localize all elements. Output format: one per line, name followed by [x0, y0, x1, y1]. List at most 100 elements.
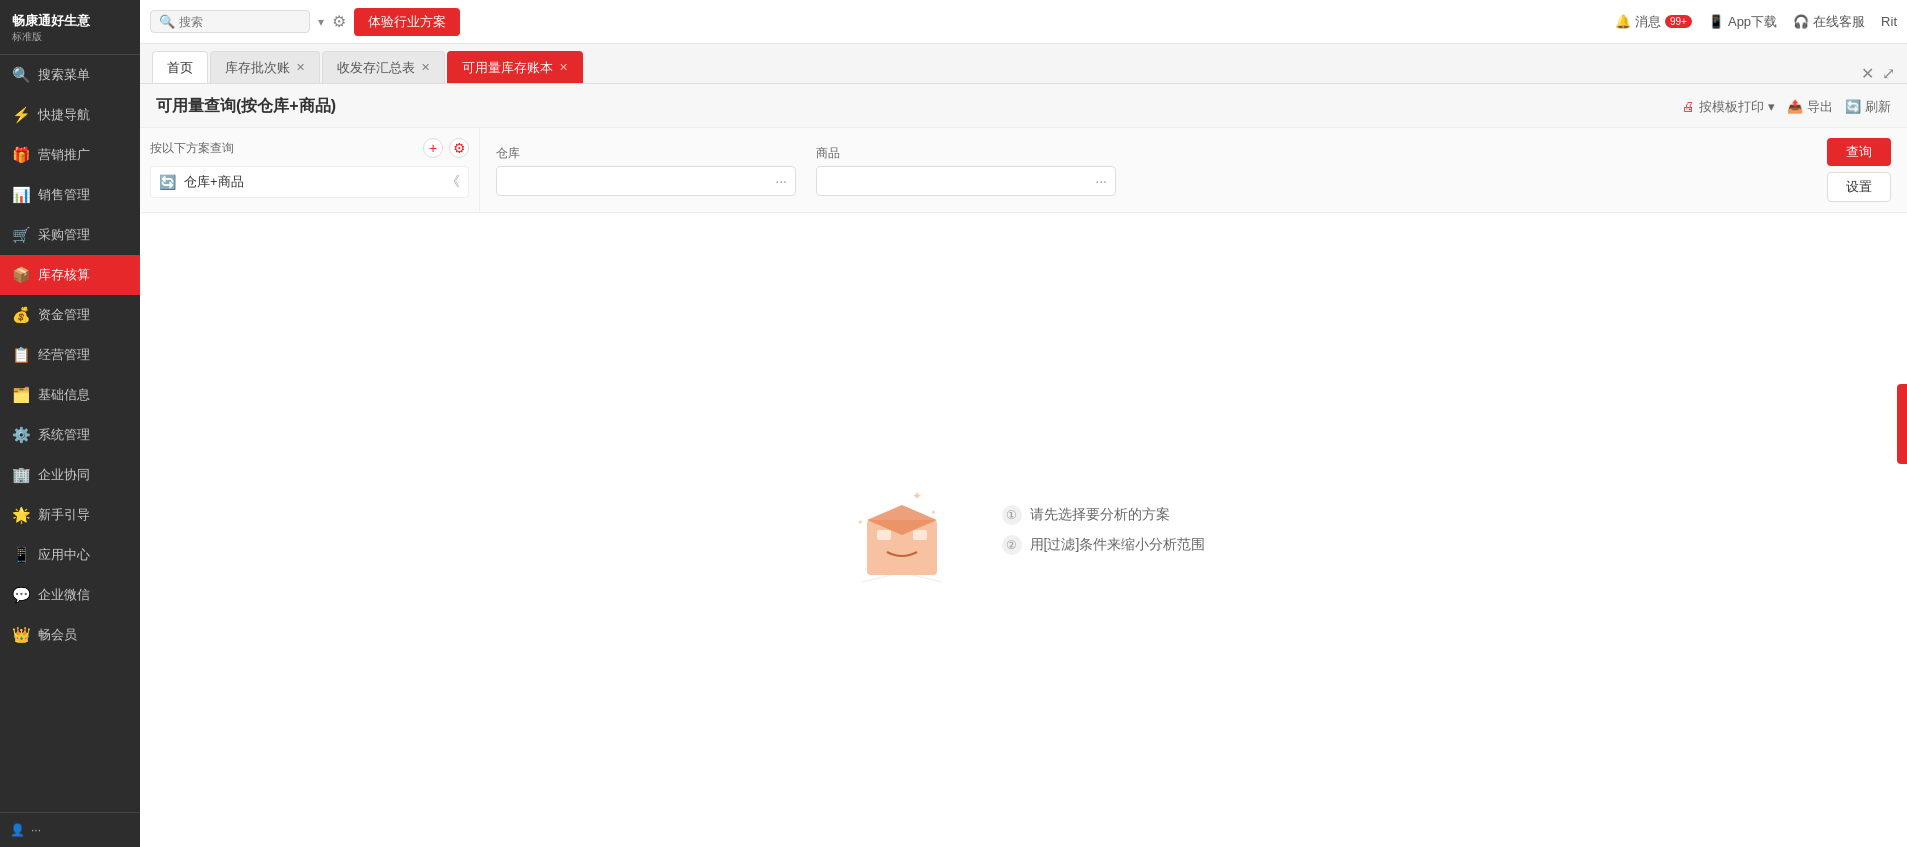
scheme-item-warehouse-goods[interactable]: 🔄 仓库+商品 《 [150, 166, 469, 198]
collapse-panel-icon[interactable]: 《 [446, 173, 460, 191]
sidebar-icon-vip: 👑 [12, 626, 30, 644]
sidebar-label-marketing-promo: 营销推广 [38, 146, 90, 164]
sidebar-item-purchase-mgmt[interactable]: 🛒 采购管理 [0, 215, 140, 255]
sidebar-item-finance[interactable]: 💰资金管理 [0, 295, 140, 335]
tab-label-collect-account: 收发存汇总表 [337, 59, 415, 77]
sidebar-scroll: 🔍搜索菜单⚡快捷导航🎁营销推广📊销售管理 🛒 采购管理 📦库存核算💰资金管理📋经营管理… [0, 55, 140, 812]
empty-tips: ① 请先选择要分析的方案 ② 用[过滤]条件来缩小分析范围 [1002, 505, 1206, 555]
topbar-gear-icon[interactable]: ⚙ [332, 12, 346, 31]
search-input[interactable] [179, 15, 299, 29]
goods-more-icon[interactable]: ··· [1095, 173, 1107, 189]
sidebar-label-inventory: 库存核算 [38, 266, 90, 284]
goods-field: 商品 ··· [816, 145, 1116, 196]
print-dropdown-icon[interactable]: ▾ [1768, 99, 1775, 114]
topbar-search-box[interactable]: 🔍 [150, 10, 310, 33]
sidebar-item-vip[interactable]: 👑畅会员 [0, 615, 140, 655]
page-title: 可用量查询(按仓库+商品) [156, 96, 336, 117]
industry-solution-button[interactable]: 体验行业方案 [354, 8, 460, 36]
sidebar-item-inventory[interactable]: 📦库存核算 [0, 255, 140, 295]
close-all-tabs-icon[interactable]: ✕ [1861, 64, 1874, 83]
tab-label-home: 首页 [167, 59, 193, 77]
sidebar-item-shortcut[interactable]: ⚡快捷导航 [0, 95, 140, 135]
expand-icon[interactable]: ⤢ [1882, 64, 1895, 83]
user-profile[interactable]: Rit [1881, 14, 1897, 29]
svg-text:✦: ✦ [857, 518, 864, 527]
svg-text:✦: ✦ [912, 489, 922, 503]
tab-close-available-ledger[interactable]: ✕ [559, 61, 568, 74]
sidebar-item-operations[interactable]: 📋经营管理 [0, 335, 140, 375]
app-download-item[interactable]: 📱 App下载 [1708, 13, 1777, 31]
tabs-actions: ✕ ⤢ [1861, 64, 1895, 83]
add-scheme-btn[interactable]: + [423, 138, 443, 158]
query-actions: 查询 设置 [1827, 138, 1891, 202]
sidebar-label-basics: 基础信息 [38, 386, 90, 404]
sidebar-label-enterprise: 企业协同 [38, 466, 90, 484]
settings-button[interactable]: 设置 [1827, 172, 1891, 202]
sidebar-item-search[interactable]: 🔍搜索菜单 [0, 55, 140, 95]
sidebar-item-basics[interactable]: 🗂️ 基础信息 [0, 375, 140, 415]
add-icon: + [429, 140, 437, 156]
refresh-icon: 🔄 [1845, 99, 1861, 114]
bell-icon: 🔔 [1615, 14, 1631, 29]
refresh-btn[interactable]: 🔄 刷新 [1845, 98, 1891, 116]
scheme-label: 仓库+商品 [184, 173, 244, 191]
query-right-panel: 仓库 ··· 商品 ··· 查询 设置 [480, 128, 1907, 212]
page-header-actions: 🖨 按模板打印 ▾ 📤 导出 🔄 刷新 [1682, 98, 1891, 116]
query-left-title: 按以下方案查询 [150, 140, 234, 157]
sidebar-icon-purchase-mgmt: 🛒 [12, 226, 30, 244]
tab-available-ledger[interactable]: 可用量库存账本✕ [447, 51, 583, 83]
notification-item[interactable]: 🔔 消息 99+ [1615, 13, 1692, 31]
print-template-label: 按模板打印 [1699, 98, 1764, 116]
online-service-item[interactable]: 🎧 在线客服 [1793, 13, 1865, 31]
user-display-name: Rit [1881, 14, 1897, 29]
sidebar-icon-finance: 💰 [12, 306, 30, 324]
sidebar-item-marketing-promo[interactable]: 🎁营销推广 [0, 135, 140, 175]
sidebar-item-app-center[interactable]: 📱应用中心 [0, 535, 140, 575]
sidebar-label-sales-mgmt: 销售管理 [38, 186, 90, 204]
topbar: 🔍 ▾ ⚙ 体验行业方案 🔔 消息 99+ 📱 App下载 🎧 在线客服 Rit [140, 0, 1907, 44]
tab-home[interactable]: 首页 [152, 51, 208, 83]
warehouse-input[interactable]: ··· [496, 166, 796, 196]
sidebar-label-search: 搜索菜单 [38, 66, 90, 84]
sidebar-icon-corp-wechat: 💬 [12, 586, 30, 604]
tip-2-text: 用[过滤]条件来缩小分析范围 [1030, 536, 1206, 554]
sidebar-item-sales-mgmt[interactable]: 📊销售管理 [0, 175, 140, 215]
tip-1-num: ① [1002, 505, 1022, 525]
svg-line-4 [862, 575, 892, 582]
tip-2-num: ② [1002, 535, 1022, 555]
phone-icon: 📱 [1708, 14, 1724, 29]
avatar: 👤 [10, 823, 25, 837]
tab-collect-account[interactable]: 收发存汇总表 ✕ [322, 51, 445, 83]
tab-batch-account[interactable]: 库存批次账✕ [210, 51, 320, 83]
query-button[interactable]: 查询 [1827, 138, 1891, 166]
export-btn[interactable]: 📤 导出 [1787, 98, 1833, 116]
tab-close-collect-account[interactable]: ✕ [421, 61, 430, 74]
sidebar-item-system[interactable]: ⚙️系统管理 [0, 415, 140, 455]
sidebar: 畅康通好生意 标准版 🔍搜索菜单⚡快捷导航🎁营销推广📊销售管理🛒采购管理📦库存核… [0, 0, 140, 847]
sidebar-icon-operations: 📋 [12, 346, 30, 364]
app-download-label: App下载 [1728, 13, 1777, 31]
sidebar-icon-enterprise: 🏢 [12, 466, 30, 484]
scheme-settings-btn[interactable]: ⚙ [449, 138, 469, 158]
tab-close-batch-account[interactable]: ✕ [296, 61, 305, 74]
sidebar-label-system: 系统管理 [38, 426, 90, 444]
sidebar-item-newbie[interactable]: 🌟新手引导 [0, 495, 140, 535]
warehouse-label: 仓库 [496, 145, 796, 162]
print-template-btn[interactable]: 🖨 按模板打印 ▾ [1682, 98, 1775, 116]
sidebar-label-purchase-mgmt: 采购管理 [38, 226, 90, 244]
sidebar-item-enterprise[interactable]: 🏢 企业协同 [0, 455, 140, 495]
topbar-dropdown-icon[interactable]: ▾ [318, 15, 324, 29]
svg-rect-2 [877, 530, 891, 540]
tabs-bar: 首页库存批次账✕收发存汇总表✕可用量库存账本✕ ✕ ⤢ [140, 44, 1907, 84]
warehouse-more-icon[interactable]: ··· [775, 173, 787, 189]
sidebar-label-newbie: 新手引导 [38, 506, 90, 524]
sidebar-item-corp-wechat[interactable]: 💬企业微信 [0, 575, 140, 615]
query-area: 按以下方案查询 + ⚙ 🔄 仓库+商品 《 [140, 128, 1907, 213]
sidebar-icon-basics: 🗂️ [12, 386, 30, 404]
goods-input[interactable]: ··· [816, 166, 1116, 196]
sidebar-icon-app-center: 📱 [12, 546, 30, 564]
search-icon: 🔍 [159, 14, 175, 29]
page-content: 可用量查询(按仓库+商品) 🖨 按模板打印 ▾ 📤 导出 🔄 刷新 [140, 84, 1907, 847]
notification-label: 消息 [1635, 13, 1661, 31]
print-icon: 🖨 [1682, 99, 1695, 114]
